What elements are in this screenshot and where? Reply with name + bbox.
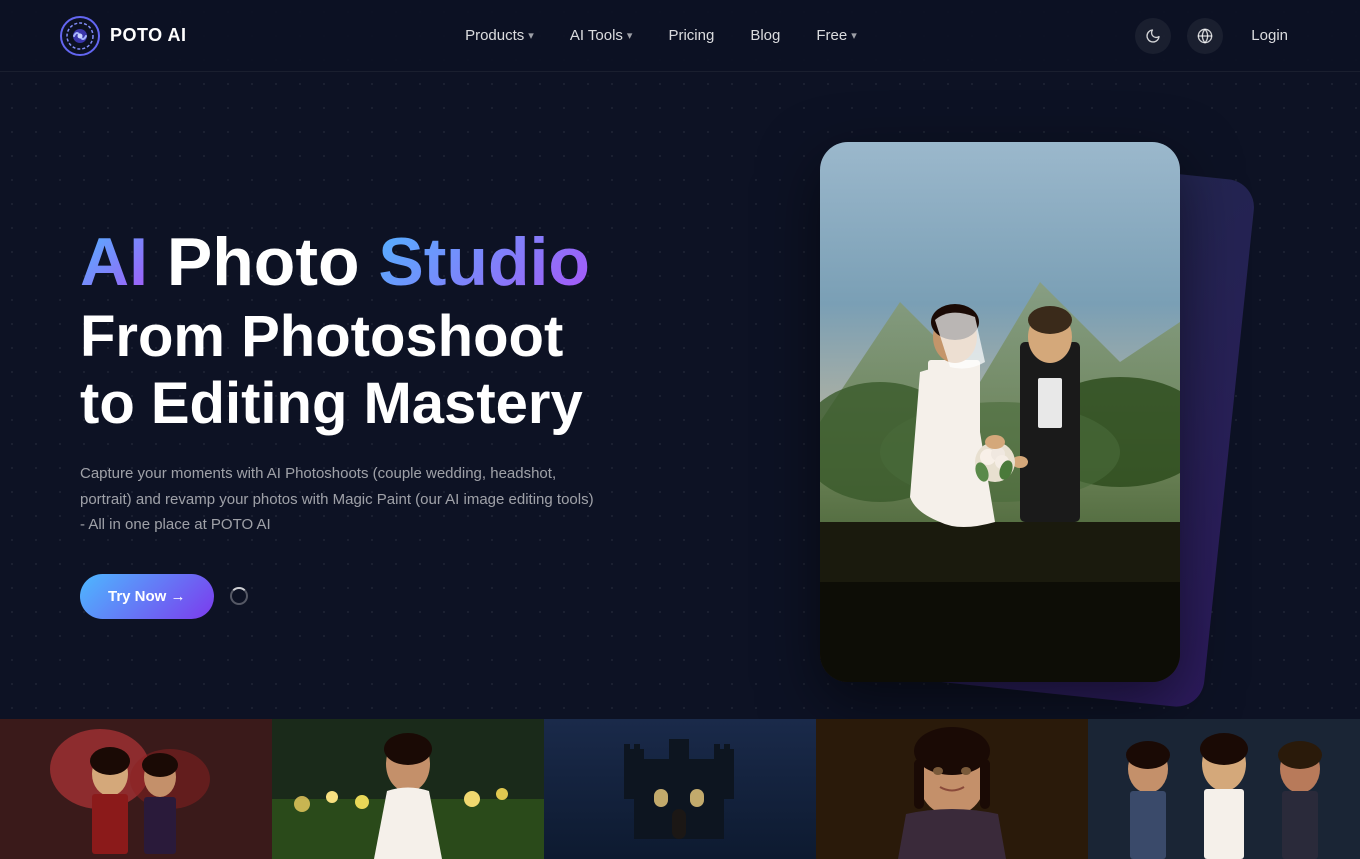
nav-free[interactable]: Free ▾: [802, 19, 870, 52]
logo-icon: [60, 16, 100, 56]
nav-products[interactable]: Products ▾: [451, 19, 548, 52]
hero-content: AI Photo Studio From Photoshoot to Editi…: [80, 225, 740, 619]
loading-spinner: [230, 587, 248, 605]
navbar: POTO AI Products ▾ AI Tools ▾ Pricing Bl…: [0, 0, 1360, 72]
phone-card-main: [820, 142, 1180, 682]
hero-title-studio: Studio: [360, 224, 590, 300]
chevron-down-icon: ▾: [851, 29, 857, 42]
theme-toggle-button[interactable]: [1135, 18, 1171, 54]
language-button[interactable]: [1187, 18, 1223, 54]
hero-description: Capture your moments with AI Photoshoots…: [80, 461, 600, 538]
wedding-photo: [820, 142, 1180, 682]
hero-actions: Try Now →: [80, 574, 700, 619]
try-now-button[interactable]: Try Now →: [80, 574, 214, 619]
globe-icon: [1197, 28, 1213, 44]
nav-menu: Products ▾ AI Tools ▾ Pricing Blog Free …: [451, 19, 871, 52]
hero-section: AI Photo Studio From Photoshoot to Editi…: [0, 72, 1360, 772]
nav-pricing[interactable]: Pricing: [654, 19, 728, 52]
nav-ai-tools[interactable]: AI Tools ▾: [556, 19, 647, 52]
hero-title-ai: AI: [80, 224, 148, 300]
bottom-image-strip: [0, 719, 1360, 859]
nav-blog[interactable]: Blog: [736, 19, 794, 52]
strip-item-2: [272, 719, 544, 859]
logo-text: POTO AI: [110, 25, 187, 46]
moon-icon: [1145, 28, 1161, 44]
phone-frame: [820, 142, 1200, 702]
nav-right: Login: [1135, 18, 1300, 54]
logo[interactable]: POTO AI: [60, 16, 187, 56]
chevron-down-icon: ▾: [627, 29, 633, 42]
hero-title-line3: to Editing Mastery: [80, 371, 700, 438]
hero-title-photo: Photo: [148, 224, 360, 300]
hero-title-line1: AI Photo Studio: [80, 225, 700, 300]
login-button[interactable]: Login: [1239, 21, 1300, 50]
strip-item-1: [0, 719, 272, 859]
chevron-down-icon: ▾: [528, 29, 534, 42]
strip-item-5: [1088, 719, 1360, 859]
hero-image-area: [740, 142, 1280, 702]
strip-item-3: [544, 719, 816, 859]
strip-item-4: [816, 719, 1088, 859]
hero-title-line2: From Photoshoot: [80, 304, 700, 371]
